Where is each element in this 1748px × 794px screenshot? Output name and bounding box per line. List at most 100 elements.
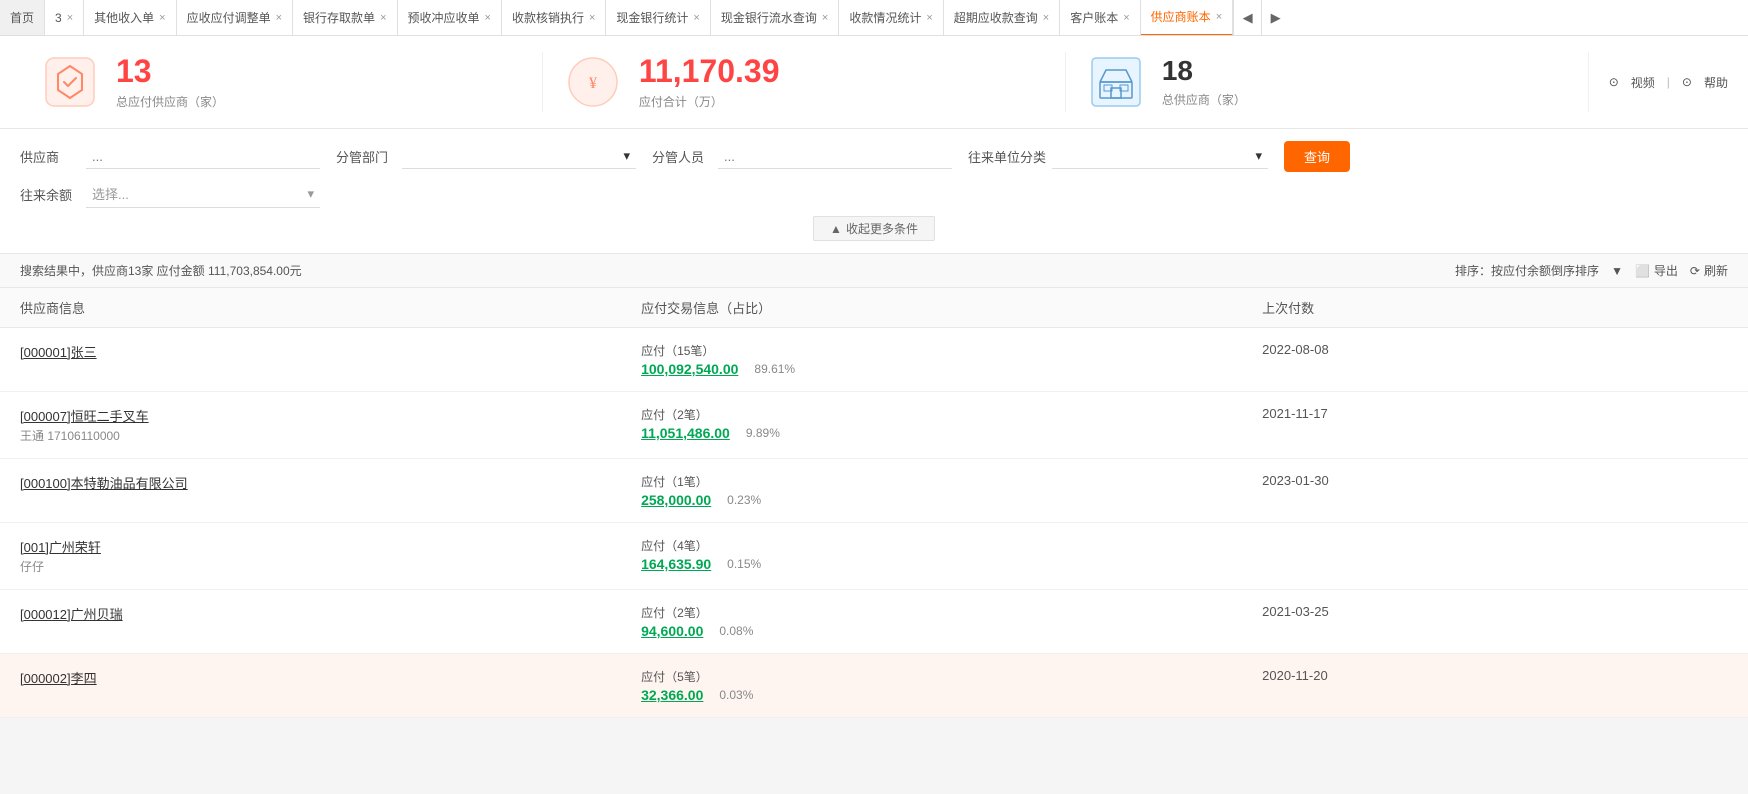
close-icon[interactable]: ×: [926, 12, 932, 24]
transaction-amount[interactable]: 100,092,540.00: [641, 361, 738, 377]
supplier-table: 供应商信息 应付交易信息（占比） 上次付数 [000001]张三 应付（15笔）…: [0, 288, 1748, 718]
transaction-amount[interactable]: 94,600.00: [641, 623, 703, 639]
stat-amount-info: 11,170.39 应付合计（万）: [639, 54, 780, 110]
nav-tab-label: 首页: [10, 9, 34, 26]
table-row: [000001]张三 应付（15笔） 100,092,540.00 89.61%…: [0, 328, 1748, 392]
category-filter-select[interactable]: ▾: [1052, 144, 1268, 169]
nav-tab-customer-ledger[interactable]: 客户账本 ×: [1060, 0, 1140, 36]
nav-tab-label: 客户账本: [1070, 9, 1118, 26]
department-filter-label: 分管部门: [336, 147, 396, 166]
refresh-label: 刷新: [1704, 262, 1728, 279]
results-summary: 搜索结果中，供应商13家 应付金额 111,703,854.00元: [20, 262, 302, 279]
nav-tab-receipt-stat[interactable]: 收款情况统计 ×: [839, 0, 943, 36]
nav-tab-label: 收款核销执行: [512, 9, 584, 26]
close-icon[interactable]: ×: [589, 12, 595, 24]
table-row: [000012]广州贝瑞 应付（2笔） 94,600.00 0.08% 2021…: [0, 590, 1748, 654]
nav-tab-supplier-ledger[interactable]: 供应商账本 ×: [1141, 0, 1233, 36]
transaction-amount[interactable]: 164,635.90: [641, 556, 711, 572]
help-link[interactable]: 帮助: [1704, 74, 1728, 91]
transaction-amount[interactable]: 11,051,486.00: [641, 425, 730, 441]
refresh-icon: ⟳: [1690, 264, 1700, 278]
transaction-count: 应付（4笔）: [641, 537, 1262, 554]
close-icon[interactable]: ×: [822, 12, 828, 24]
supplier-info-cell: [000001]张三: [20, 342, 641, 361]
top-navigation: 首页 3 × 其他收入单 × 应收应付调整单 × 银行存取款单 × 预收冲应收单…: [0, 0, 1748, 36]
chevron-down-icon: ▾: [623, 148, 630, 164]
close-icon[interactable]: ×: [693, 12, 699, 24]
sort-button[interactable]: ▼: [1611, 264, 1623, 278]
stat-amount-label: 应付合计（万）: [639, 93, 780, 110]
filter-row-2: 往来余额 选择... ▾: [20, 180, 1728, 208]
transaction-count: 应付（2笔）: [641, 406, 1262, 423]
table-row: [000007]恒旺二手叉车 王通 17106110000 应付（2笔） 11,…: [0, 392, 1748, 459]
results-bar: 搜索结果中，供应商13家 应付金额 111,703,854.00元 排序：按应付…: [0, 254, 1748, 288]
supplier-link[interactable]: [000002]李四: [20, 668, 641, 687]
transaction-info-cell: 应付（15笔） 100,092,540.00 89.61%: [641, 342, 1262, 377]
supplier-sub: 仔仔: [20, 558, 641, 575]
export-icon: ⬜: [1635, 264, 1650, 278]
nav-tab-overdue[interactable]: 超期应收款查询 ×: [944, 0, 1060, 36]
close-icon[interactable]: ×: [380, 12, 386, 24]
nav-tab-bank[interactable]: 银行存取款单 ×: [293, 0, 397, 36]
video-link[interactable]: 视频: [1631, 74, 1655, 91]
close-icon[interactable]: ×: [1043, 12, 1049, 24]
supplier-link[interactable]: [000007]恒旺二手叉车: [20, 406, 641, 425]
results-actions: 排序：按应付余额倒序排序 ▼ ⬜ 导出 ⟳ 刷新: [1455, 262, 1728, 279]
nav-arrow-left[interactable]: ◀: [1233, 0, 1261, 36]
person-filter-input[interactable]: [718, 145, 952, 169]
nav-tab-cash-flow[interactable]: 现金银行流水查询 ×: [711, 0, 839, 36]
table-row: [001]广州荣轩 仔仔 应付（4笔） 164,635.90 0.15%: [0, 523, 1748, 590]
nav-tab-3[interactable]: 3 ×: [45, 0, 84, 36]
department-filter-select[interactable]: ▾: [402, 144, 636, 169]
nav-tab-label: 供应商账本: [1151, 8, 1211, 25]
close-icon[interactable]: ×: [67, 12, 73, 24]
nav-tab-cash-bank-stat[interactable]: 现金银行统计 ×: [606, 0, 710, 36]
last-payment-date: 2020-11-20: [1262, 668, 1328, 683]
supplier-info-cell: [000100]本特勒油品有限公司: [20, 473, 641, 492]
supplier-link[interactable]: [000001]张三: [20, 342, 641, 361]
close-icon[interactable]: ×: [1123, 12, 1129, 24]
category-filter-label: 往来单位分类: [968, 147, 1046, 166]
filter-category: 往来单位分类 ▾: [968, 144, 1268, 169]
nav-tab-adjustment[interactable]: 应收应付调整单 ×: [177, 0, 293, 36]
collapse-button[interactable]: ▲ 收起更多条件: [813, 216, 935, 241]
stat-payable-label: 总应付供应商（家）: [116, 93, 224, 110]
close-icon[interactable]: ×: [276, 12, 282, 24]
supplier-link[interactable]: [000100]本特勒油品有限公司: [20, 473, 641, 492]
supplier-filter-input[interactable]: [86, 145, 320, 169]
stat-amount-value: 11,170.39: [639, 54, 780, 89]
supplier-info-cell: [000012]广州贝瑞: [20, 604, 641, 623]
stat-total-label: 总供应商（家）: [1162, 91, 1246, 108]
supplier-link[interactable]: [001]广州荣轩: [20, 537, 641, 556]
collapse-bar: ▲ 收起更多条件: [20, 216, 1728, 241]
header-last-payment: 上次付数: [1262, 298, 1728, 317]
nav-arrow-right[interactable]: ▶: [1261, 0, 1289, 36]
search-button[interactable]: 查询: [1284, 141, 1350, 172]
refresh-button[interactable]: ⟳ 刷新: [1690, 262, 1728, 279]
supplier-link[interactable]: [000012]广州贝瑞: [20, 604, 641, 623]
close-icon[interactable]: ×: [485, 12, 491, 24]
nav-tab-label: 预收冲应收单: [408, 9, 480, 26]
nav-tab-home[interactable]: 首页: [0, 0, 45, 36]
supplier-payable-icon: [40, 52, 100, 112]
stats-header: 13 总应付供应商（家） ¥ 11,170.39 应付合计（万）: [0, 36, 1748, 129]
export-label: 导出: [1654, 262, 1678, 279]
nav-tab-collection[interactable]: 收款核销执行 ×: [502, 0, 606, 36]
transaction-percent: 0.15%: [727, 557, 761, 571]
filter-department: 分管部门 ▾: [336, 144, 636, 169]
transaction-amount[interactable]: 32,366.00: [641, 687, 703, 703]
table-row: [000002]李四 应付（5笔） 32,366.00 0.03% 2020-1…: [0, 654, 1748, 718]
nav-tab-other-income[interactable]: 其他收入单 ×: [84, 0, 176, 36]
balance-filter-select[interactable]: 选择... ▾: [86, 180, 320, 208]
header-supplier-info: 供应商信息: [20, 298, 641, 317]
transaction-amount[interactable]: 258,000.00: [641, 492, 711, 508]
export-button[interactable]: ⬜ 导出: [1635, 262, 1678, 279]
filter-balance: 往来余额 选择... ▾: [20, 180, 320, 208]
last-payment-cell: 2022-08-08: [1262, 342, 1728, 357]
close-icon[interactable]: ×: [1216, 11, 1222, 23]
transaction-info-cell: 应付（2笔） 11,051,486.00 9.89%: [641, 406, 1262, 441]
chevron-down-icon-2: ▾: [1255, 148, 1262, 164]
close-icon[interactable]: ×: [159, 12, 165, 24]
stat-payable-total: ¥ 11,170.39 应付合计（万）: [543, 52, 1066, 112]
nav-tab-advance[interactable]: 预收冲应收单 ×: [398, 0, 502, 36]
